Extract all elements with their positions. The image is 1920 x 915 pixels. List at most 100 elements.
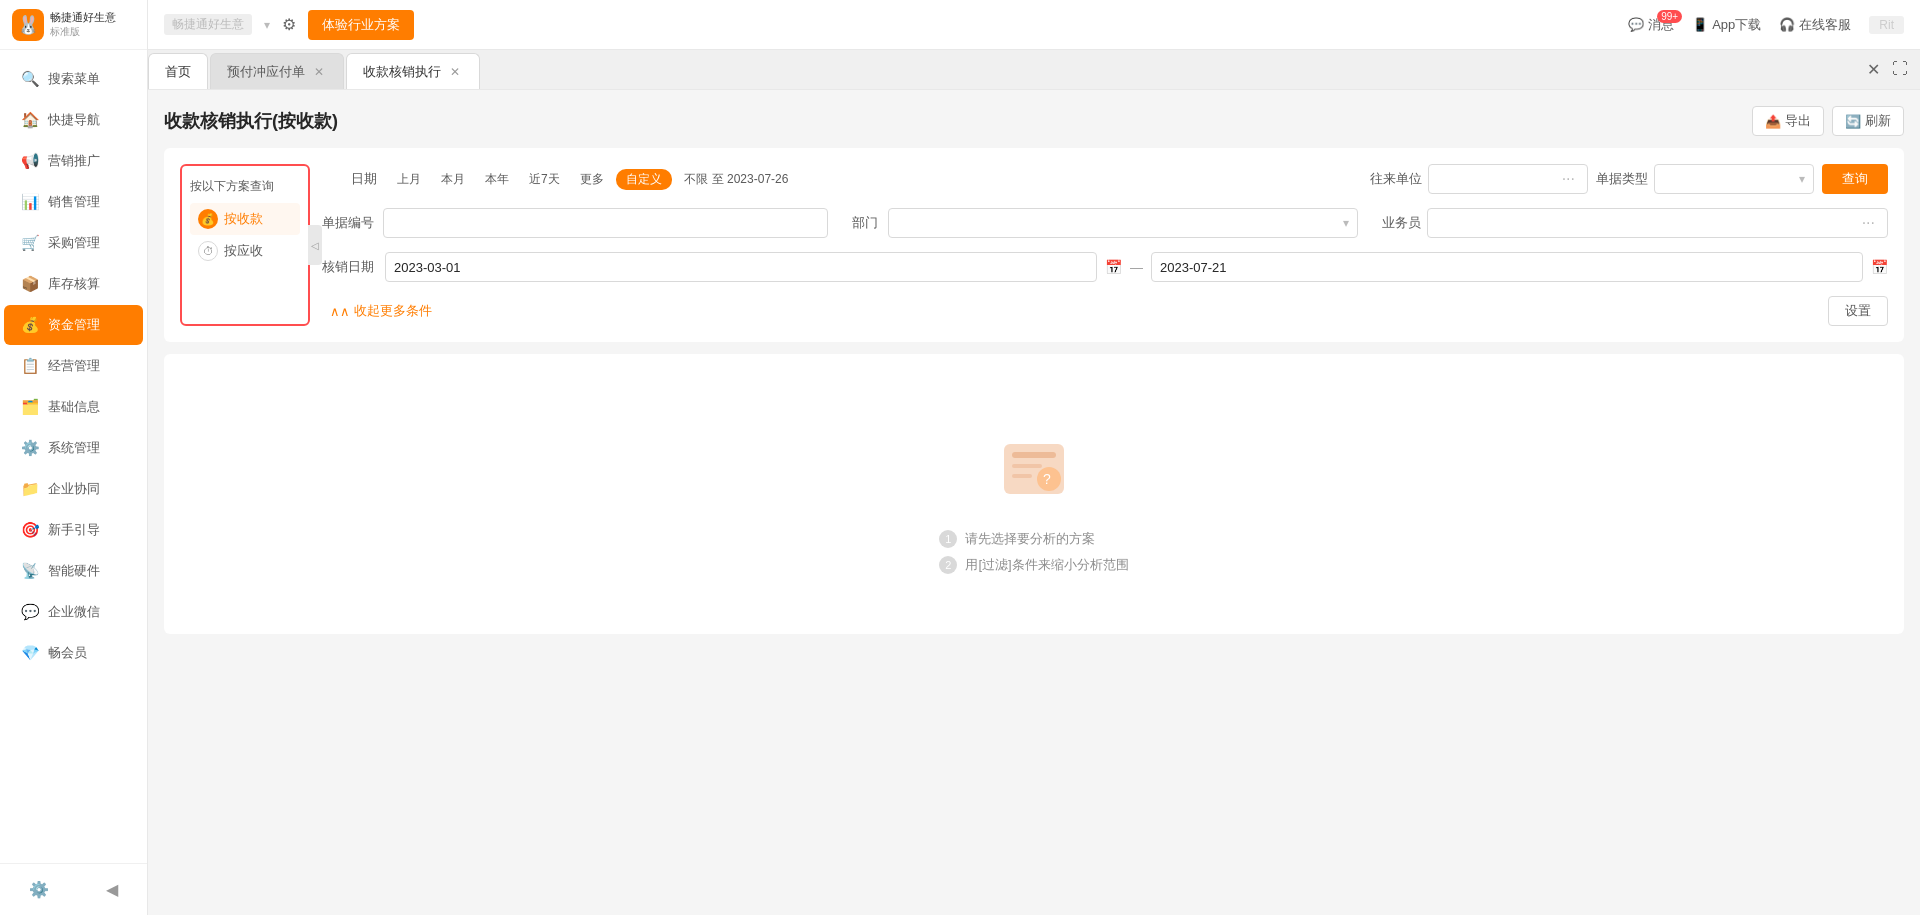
date-tab-this-year[interactable]: 本年 [477, 169, 517, 190]
sidebar-item-marketing[interactable]: 📢营销推广 [4, 141, 143, 181]
collapse-sidebar-btn[interactable]: ◀ [100, 874, 124, 905]
topbar-chevron-icon[interactable]: ▾ [264, 18, 270, 32]
empty-illustration: ? [984, 414, 1084, 514]
tip-text-2: 用[过滤]条件来缩小分析范围 [965, 556, 1128, 574]
tab-prepay-label: 预付冲应付单 [227, 63, 305, 81]
tab-fullscreen-btn[interactable]: ⛶ [1888, 56, 1912, 82]
verify-date-to-calendar-icon[interactable]: 📅 [1871, 259, 1888, 275]
topbar-gear-icon[interactable]: ⚙ [282, 15, 296, 34]
tip-text-1: 请先选择要分析的方案 [965, 530, 1095, 548]
hardware-icon: 📡 [20, 561, 40, 581]
verify-date-to[interactable] [1151, 252, 1863, 282]
collapse-more-label: 收起更多条件 [354, 302, 432, 320]
main-area: 畅捷通好生意 ▾ ⚙ 体验行业方案 💬 消息 99+ 📱 App下载 🎧 在线客… [148, 0, 1920, 915]
sidebar-item-purchase[interactable]: 🛒采购管理 [4, 223, 143, 263]
sidebar-label-marketing: 营销推广 [48, 152, 100, 170]
tab-prepay[interactable]: 预付冲应付单 ✕ [210, 53, 344, 89]
sidebar-item-finance[interactable]: 💰资金管理 [4, 305, 143, 345]
sidebar-label-wechat: 企业微信 [48, 603, 100, 621]
topbar-app-download[interactable]: 📱 App下载 [1692, 16, 1761, 34]
export-label: 导出 [1785, 112, 1811, 130]
tip-num-1: 1 [939, 530, 957, 548]
sidebar-item-basic-info[interactable]: 🗂️基础信息 [4, 387, 143, 427]
tab-close-all-btn[interactable]: ✕ [1863, 56, 1884, 83]
staff-more-icon[interactable]: ··· [1858, 212, 1879, 234]
sidebar-item-sales[interactable]: 📊 销售管理 [4, 182, 143, 222]
topbar-service[interactable]: 🎧 在线客服 [1779, 16, 1851, 34]
sidebar-label-quick-nav: 快捷导航 [48, 111, 100, 129]
sidebar-item-search[interactable]: 🔍搜索菜单 [4, 59, 143, 99]
date-tab-more[interactable]: 更多 [572, 169, 612, 190]
svg-text:?: ? [1043, 471, 1051, 487]
date-tab-this-month[interactable]: 本月 [433, 169, 473, 190]
refresh-btn[interactable]: 🔄 刷新 [1832, 106, 1904, 136]
staff-select[interactable]: ··· [1427, 208, 1888, 238]
docno-label: 单据编号 [322, 214, 377, 232]
topbar-brand: 畅捷通好生意 [164, 14, 252, 35]
verify-date-from[interactable] [385, 252, 1097, 282]
settings-bottom-icon[interactable]: ⚙️ [23, 874, 55, 905]
sidebar-label-operations: 经营管理 [48, 357, 100, 375]
by-receivable-label: 按应收 [224, 242, 263, 260]
inventory-icon: 📦 [20, 274, 40, 294]
sidebar-item-hardware[interactable]: 📡 智能硬件 [4, 551, 143, 591]
department-select[interactable]: ▾ [888, 208, 1358, 238]
sales-icon: 📊 [20, 192, 40, 212]
svg-rect-1 [1012, 452, 1056, 458]
tab-prepay-close[interactable]: ✕ [311, 64, 327, 80]
partner-select[interactable]: ··· [1428, 164, 1588, 194]
app-download-label: App下载 [1712, 16, 1761, 34]
sidebar-item-inventory[interactable]: 📦 库存核算 [4, 264, 143, 304]
tab-receipts[interactable]: 收款核销执行 ✕ [346, 53, 480, 89]
empty-state: ? 1 请先选择要分析的方案 2 用[过滤]条件来缩小分析范围 [164, 354, 1904, 634]
sidebar-label-inventory: 库存核算 [48, 275, 100, 293]
logo-text: 畅捷通好生意 [50, 10, 116, 24]
sidebar-item-system[interactable]: ⚙️系统管理 [4, 428, 143, 468]
filter-sidebar-collapse-btn[interactable]: ◁ [308, 225, 322, 265]
doctype-select[interactable]: ▾ [1654, 164, 1814, 194]
date-tab-custom[interactable]: 自定义 [616, 169, 672, 190]
date-label: 日期 [322, 170, 377, 188]
sidebar-label-sales: 销售管理 [48, 193, 100, 211]
sidebar-item-guide[interactable]: 🎯新手引导 [4, 510, 143, 550]
operations-icon: 📋 [20, 356, 40, 376]
verify-date-from-calendar-icon[interactable]: 📅 [1105, 259, 1122, 275]
system-icon: ⚙️ [20, 438, 40, 458]
search-icon: 🔍 [20, 69, 40, 89]
sidebar-item-wechat[interactable]: 💬 企业微信 [4, 592, 143, 632]
svg-rect-3 [1012, 474, 1032, 478]
purchase-icon: 🛒 [20, 233, 40, 253]
wechat-icon: 💬 [20, 602, 40, 622]
settings-btn[interactable]: 设置 [1828, 296, 1888, 326]
collapse-more-icon: ∧∧ [330, 304, 350, 319]
tab-receipts-close[interactable]: ✕ [447, 64, 463, 80]
export-btn[interactable]: 📤 导出 [1752, 106, 1824, 136]
date-tab-last-month[interactable]: 上月 [389, 169, 429, 190]
tab-home[interactable]: 首页 [148, 53, 208, 89]
service-label: 在线客服 [1799, 16, 1851, 34]
service-icon: 🎧 [1779, 17, 1795, 32]
sidebar-item-vip[interactable]: 💎畅会员 [4, 633, 143, 673]
by-receipt-icon: 💰 [198, 209, 218, 229]
empty-tip-1: 1 请先选择要分析的方案 [939, 530, 1128, 548]
collapse-more-btn[interactable]: ∧∧ 收起更多条件 [322, 296, 440, 326]
filter-grid: 日期 上月 本月 本年 近7天 更多 自定义 不限 至 2023-07-26 [322, 164, 1888, 326]
sidebar-logo: 🐰 畅捷通好生意 标准版 [0, 0, 147, 50]
sidebar: 🐰 畅捷通好生意 标准版 🔍搜索菜单 🏠 快捷导航 📢营销推广 📊 销售管理 🛒采购管理 📦 库… [0, 0, 148, 915]
sidebar-item-enterprise[interactable]: 📁企业协同 [4, 469, 143, 509]
industry-btn[interactable]: 体验行业方案 [308, 10, 414, 40]
query-btn[interactable]: 查询 [1822, 164, 1888, 194]
filter-option-by-receivable[interactable]: ⏱ 按应收 [190, 235, 300, 267]
sidebar-label-vip: 畅会员 [48, 644, 87, 662]
date-tab-last-7[interactable]: 近7天 [521, 169, 568, 190]
partner-more-icon[interactable]: ··· [1558, 168, 1579, 190]
topbar-right: 💬 消息 99+ 📱 App下载 🎧 在线客服 Rit [1628, 16, 1904, 34]
topbar-message[interactable]: 💬 消息 99+ [1628, 16, 1674, 34]
sidebar-label-hardware: 智能硬件 [48, 562, 100, 580]
docno-input[interactable] [383, 208, 828, 238]
sidebar-item-quick-nav[interactable]: 🏠 快捷导航 [4, 100, 143, 140]
filter-option-by-receipt[interactable]: 💰 按收款 [190, 203, 300, 235]
sidebar-item-operations[interactable]: 📋 经营管理 [4, 346, 143, 386]
topbar-user[interactable]: Rit [1869, 16, 1904, 34]
quick-nav-icon: 🏠 [20, 110, 40, 130]
